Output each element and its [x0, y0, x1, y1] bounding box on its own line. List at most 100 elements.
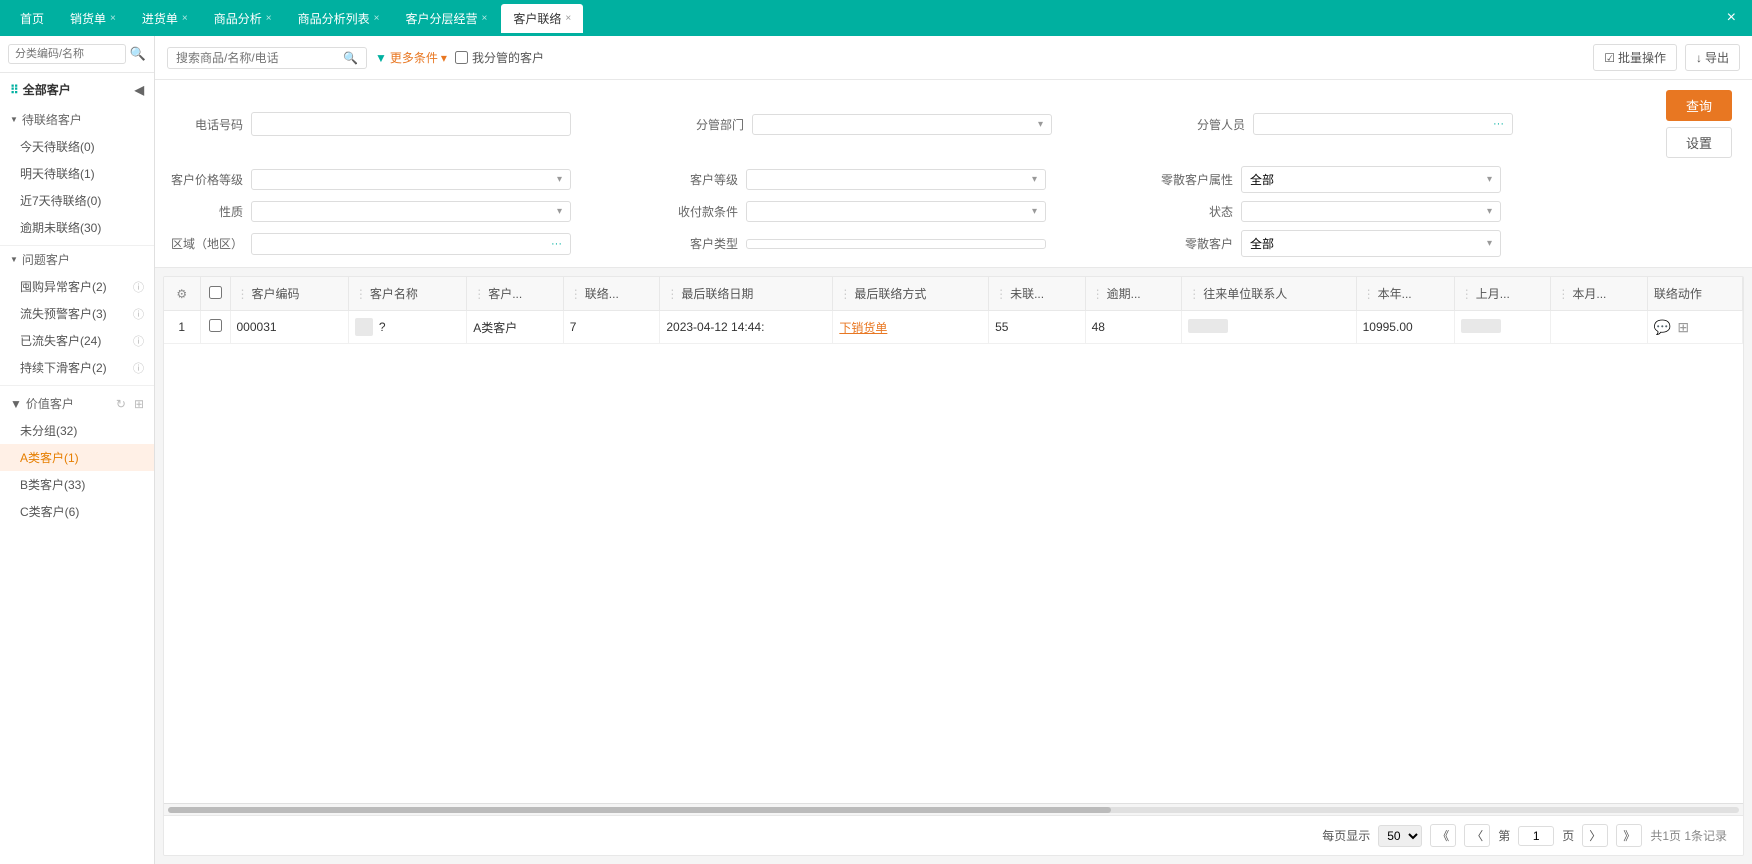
td-last-contact-method[interactable]: 下销货单: [833, 311, 989, 344]
filter-field-region: 区域（地区） ···: [171, 233, 646, 255]
settings-button[interactable]: 设置: [1666, 127, 1732, 158]
sidebar-item-tomorrow-pending[interactable]: 明天待联络(1): [0, 160, 154, 187]
tab-product-analysis[interactable]: 商品分析 ×: [202, 4, 284, 33]
filter-search-input[interactable]: [176, 51, 339, 65]
first-page-button[interactable]: 《: [1430, 824, 1456, 847]
td-contact-person: [1182, 311, 1356, 344]
th-overdue: ⋮逾期...: [1085, 277, 1182, 311]
gender-select[interactable]: ▾: [251, 201, 571, 222]
filter-field-customer-type: 客户类型: [666, 235, 1141, 252]
customer-grade-select[interactable]: ▾: [746, 169, 1046, 190]
batch-operations-button[interactable]: ☑ 批量操作: [1593, 44, 1677, 71]
tab-customer-tier[interactable]: 客户分层经营 ×: [393, 4, 499, 33]
gender-arrow: ▾: [557, 206, 562, 217]
sidebar-section-problem-title[interactable]: ▼ 问题客户: [0, 246, 154, 273]
tab-home[interactable]: 首页: [8, 4, 56, 33]
page-size-select[interactable]: 50: [1378, 825, 1422, 847]
price-grade-arrow: ▾: [557, 174, 562, 185]
filter-search-icon[interactable]: 🔍: [343, 51, 358, 65]
tab-sales-order[interactable]: 销货单 ×: [58, 4, 128, 33]
th-last-contact-method: ⋮最后联络方式: [833, 277, 989, 311]
phone-input[interactable]: [251, 112, 571, 136]
info-icon-1: ⓘ: [133, 279, 144, 295]
sidebar-section-pending-title[interactable]: ▼ 待联络客户: [0, 106, 154, 133]
payment-arrow: ▾: [1032, 206, 1037, 217]
sidebar-item-7days-pending[interactable]: 近7天待联络(0): [0, 187, 154, 214]
scrollbar-thumb: [168, 807, 1111, 813]
tab-customer-contact[interactable]: 客户联络 ×: [501, 4, 583, 33]
table-settings-icon[interactable]: ⚙: [176, 287, 187, 301]
query-buttons: 查询 设置: [1654, 90, 1736, 158]
retail-customer-arrow: ▾: [1487, 238, 1492, 249]
filter-field-retail-customer: 零散客户 全部 ▾: [1161, 230, 1636, 257]
export-button[interactable]: ↓ 导出: [1685, 44, 1740, 71]
page-number-input[interactable]: [1518, 826, 1554, 846]
tab-product-analysis-list[interactable]: 商品分析列表 ×: [286, 4, 392, 33]
sidebar-item-today-pending[interactable]: 今天待联络(0): [0, 133, 154, 160]
sidebar-item-overdue-uncontacted[interactable]: 逾期未联络(30): [0, 214, 154, 241]
sidebar-all-customers[interactable]: ⠿ 全部客户 ◀: [0, 73, 154, 106]
horizontal-scrollbar[interactable]: [164, 803, 1743, 815]
action-contact-icon[interactable]: 💬: [1654, 319, 1671, 336]
td-this-year: 10995.00: [1356, 311, 1454, 344]
refresh-icon[interactable]: ↻: [116, 397, 126, 411]
th-contact-count: ⋮联络...: [563, 277, 660, 311]
payment-select[interactable]: ▾: [746, 201, 1046, 222]
dept-select-arrow: ▾: [1038, 119, 1043, 130]
next-page-button[interactable]: 〉: [1582, 824, 1608, 847]
sidebar-collapse-icon[interactable]: ◀: [135, 83, 144, 97]
region-select[interactable]: ···: [251, 233, 571, 255]
person-select[interactable]: ···: [1253, 113, 1513, 135]
row-checkbox[interactable]: [209, 319, 222, 332]
last-page-button[interactable]: 》: [1616, 824, 1642, 847]
close-tab-product-analysis[interactable]: ×: [266, 13, 272, 24]
status-arrow: ▾: [1487, 206, 1492, 217]
th-customer-type: ⋮客户...: [467, 277, 564, 311]
close-tab-purchase-order[interactable]: ×: [182, 13, 188, 24]
prev-page-button[interactable]: 〈: [1464, 824, 1490, 847]
td-code: 000031: [230, 311, 348, 344]
filter-row-2: 客户价格等级 ▾ 客户等级 ▾ 零散客户属性: [171, 166, 1736, 193]
customer-type-select[interactable]: [746, 239, 1046, 249]
dept-select[interactable]: ▾: [752, 114, 1052, 135]
add-group-icon[interactable]: ⊞: [134, 397, 144, 411]
th-last-month: ⋮上月...: [1454, 277, 1551, 311]
sidebar-item-churn-warning[interactable]: 流失预警客户(3) ⓘ: [0, 300, 154, 327]
td-row-num: 1: [164, 311, 200, 344]
price-grade-select[interactable]: ▾: [251, 169, 571, 190]
sidebar-item-declining[interactable]: 持续下滑客户(2) ⓘ: [0, 354, 154, 381]
sidebar-item-ungrouped[interactable]: 未分组(32): [0, 417, 154, 444]
td-contact-count: 7: [563, 311, 660, 344]
sidebar-search-icon[interactable]: 🔍: [130, 46, 146, 62]
action-more-icon[interactable]: ⊞: [1677, 319, 1689, 336]
my-customers-checkbox[interactable]: [455, 51, 468, 64]
close-tab-product-analysis-list[interactable]: ×: [374, 13, 380, 24]
sidebar-section-value-title[interactable]: ▼ 价值客户 ↻ ⊞: [0, 390, 154, 417]
section-arrow-problem: ▼: [10, 255, 18, 264]
my-customers-filter: 我分管的客户: [455, 49, 544, 66]
select-all-checkbox[interactable]: [209, 286, 222, 299]
filter-search-container: 🔍: [167, 47, 367, 69]
close-tab-sales-order[interactable]: ×: [110, 13, 116, 24]
close-tab-customer-contact[interactable]: ×: [565, 13, 571, 24]
query-button[interactable]: 查询: [1666, 90, 1732, 121]
close-tab-customer-tier[interactable]: ×: [481, 13, 487, 24]
close-all-button[interactable]: ×: [1719, 5, 1744, 31]
tab-purchase-order[interactable]: 进货单 ×: [130, 4, 200, 33]
th-this-month: ⋮本月...: [1551, 277, 1648, 311]
filter-row-4: 区域（地区） ··· 客户类型 零散客户: [171, 230, 1736, 257]
sidebar-grid-icon: ⠿: [10, 83, 19, 97]
td-customer-type: A类客户: [467, 311, 564, 344]
sidebar-item-a-class[interactable]: A类客户(1): [0, 444, 154, 471]
sidebar-item-hoarding-abnormal[interactable]: 囤购异常客户(2) ⓘ: [0, 273, 154, 300]
sidebar-search-input[interactable]: [8, 44, 126, 64]
sidebar-item-b-class[interactable]: B类客户(33): [0, 471, 154, 498]
retail-customer-select[interactable]: 全部 ▾: [1241, 230, 1501, 257]
sidebar-item-c-class[interactable]: C类客户(6): [0, 498, 154, 525]
sidebar-item-churned[interactable]: 已流失客户(24) ⓘ: [0, 327, 154, 354]
retail-attr-select[interactable]: 全部 ▾: [1241, 166, 1501, 193]
sidebar-search-container: 🔍: [0, 36, 154, 73]
th-check: [200, 277, 230, 311]
more-filters-button[interactable]: ▼ 更多条件 ▾: [375, 49, 447, 66]
status-select[interactable]: ▾: [1241, 201, 1501, 222]
